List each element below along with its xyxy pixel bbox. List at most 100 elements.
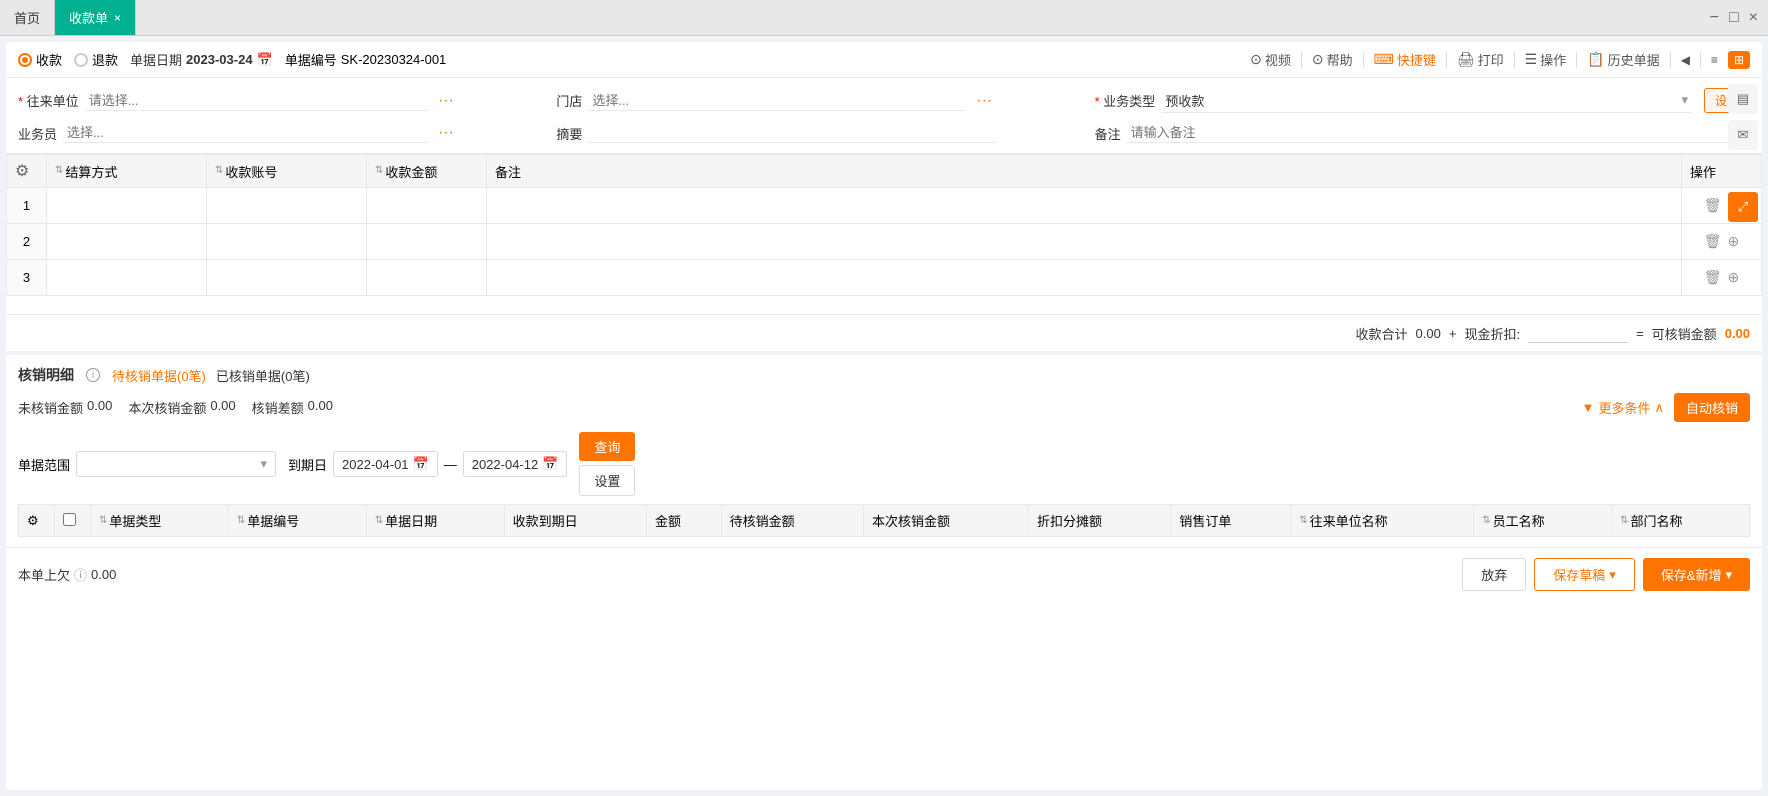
staff-input[interactable] [67,125,424,140]
due-date-end[interactable]: 2022-04-12 📅 [463,451,568,477]
summary-input[interactable] [592,125,992,140]
row3-amount[interactable] [367,260,487,296]
view-list-icon[interactable]: ≡ [1711,53,1718,67]
calendar-end-icon[interactable]: 📅 [542,456,558,472]
row2-settle[interactable] [47,224,207,260]
summary-bar: 收款合计 0.00 + 现金折扣: = 可核销金额 0.00 [6,314,1762,351]
due-date-start-value: 2022-04-01 [342,457,409,472]
staff-more-btn[interactable]: ··· [434,124,458,142]
abandon-btn[interactable]: 放弃 [1462,558,1526,591]
shortcut-icon: ⌨ [1374,51,1394,68]
row1-settle[interactable] [47,188,207,224]
query-btn[interactable]: 查询 [579,432,635,461]
hexiao-info-icon[interactable]: i [86,368,100,382]
from-unit-input-wrap[interactable] [85,91,428,111]
amount-sort-icon[interactable]: ⇅ [375,166,383,176]
from-unit-more-btn[interactable]: ··· [434,92,458,110]
settle-sort-icon[interactable]: ⇅ [55,166,63,176]
auto-verify-btn[interactable]: 自动核销 [1674,393,1750,422]
doc-date-sort[interactable]: ⇅ [375,516,383,526]
hexiao-section: 核销明细 i 待核销单据(0笔) 已核销单据(0笔) 未核销金额 0.00 本次… [6,351,1762,547]
biz-type-select[interactable]: 预收款 ▾ [1161,89,1692,113]
save-new-btn[interactable]: 保存&新增 ▾ [1643,558,1750,591]
row1-account[interactable] [207,188,367,224]
note-input-wrap[interactable] [1127,123,1750,143]
row2-copy-btn[interactable]: ⊕ [1728,233,1740,250]
dept-sort[interactable]: ⇅ [1620,516,1628,526]
shortcut-btn[interactable]: ⌨ 快捷键 [1374,50,1436,69]
doc-type-sort[interactable]: ⇅ [99,516,107,526]
biz-type-chevron[interactable]: ▾ [1681,92,1688,108]
draft-chevron-icon[interactable]: ▾ [1609,567,1616,583]
sidebar-table-icon[interactable]: ▤ [1728,84,1758,114]
table-gear-icon[interactable]: ⚙ [15,163,29,180]
receipt-radio[interactable]: 收款 [18,50,62,69]
tab-home[interactable]: 首页 [0,0,55,35]
staff-sort[interactable]: ⇅ [1482,516,1490,526]
refund-radio[interactable]: 退款 [74,50,118,69]
draft-btn-label: 保存草稿 [1553,565,1605,584]
current-stat: 本次核销金额 0.00 [128,398,235,417]
due-date-start[interactable]: 2022-04-01 📅 [333,451,438,477]
calendar-icon[interactable]: 📅 [257,52,273,68]
action-btn[interactable]: ☰ 操作 [1525,50,1567,69]
doc-number-sort[interactable]: ⇅ [237,516,245,526]
select-all-checkbox[interactable] [63,513,76,526]
hexiao-tabs: 待核销单据(0笔) 已核销单据(0笔) [112,366,310,385]
sidebar-email-icon[interactable]: ✉ [1728,120,1758,150]
tab-receipt[interactable]: 收款单 × [55,0,136,35]
row3-settle[interactable] [47,260,207,296]
shop-more-btn[interactable]: ··· [972,92,996,110]
shop-input[interactable] [592,93,962,108]
from-unit-input[interactable] [89,93,424,108]
row3-remark[interactable] [487,260,1682,296]
staff-input-wrap[interactable] [63,123,428,143]
print-btn[interactable]: 🖨 打印 [1457,50,1504,69]
doc-range-chevron[interactable]: ▾ [260,456,267,472]
pending-tab[interactable]: 待核销单据(0笔) [112,366,206,385]
window-maximize-icon[interactable]: □ [1729,9,1739,27]
view-card-icon[interactable]: ⊞ [1728,51,1750,69]
filter-setting-btn[interactable]: 设置 [579,465,635,496]
print-label: 打印 [1478,50,1504,69]
history-btn[interactable]: 📋 历史单据 [1587,50,1659,69]
row3-copy-btn[interactable]: ⊕ [1728,269,1740,286]
sidebar-expand-icon[interactable]: ⤢ [1728,192,1758,222]
row3-action: 🗑 ⊕ [1682,260,1762,296]
video-btn[interactable]: ⊙ 视频 [1250,50,1291,69]
row2-account[interactable] [207,224,367,260]
window-minimize-icon[interactable]: − [1710,9,1719,27]
summary-input-wrap[interactable] [588,123,996,143]
th-amount: 金额 [646,505,721,537]
discount-input[interactable] [1528,323,1628,343]
done-tab[interactable]: 已核销单据(0笔) [216,366,310,385]
main-container: 收款 退款 单据日期 2023-03-24 📅 单据编号 SK-20230324… [6,42,1762,790]
row3-account[interactable] [207,260,367,296]
more-conditions-btn[interactable]: ▼ 更多条件 ∧ [1582,398,1664,417]
table-gear2-icon[interactable]: ⚙ [27,513,39,528]
row2-remark[interactable] [487,224,1682,260]
help-btn[interactable]: ⊙ 帮助 [1312,50,1353,69]
calendar-start-icon[interactable]: 📅 [413,456,429,472]
from-unit-sort[interactable]: ⇅ [1299,516,1307,526]
account-sort-icon[interactable]: ⇅ [215,166,223,176]
carry-info-icon[interactable]: ⓘ [74,565,87,584]
row2-amount[interactable] [367,224,487,260]
row3-delete-btn[interactable]: 🗑 [1704,269,1722,286]
row1-amount[interactable] [367,188,487,224]
row1-delete-btn[interactable]: 🗑 [1704,197,1722,214]
save-chevron-icon[interactable]: ▾ [1725,567,1732,583]
tab-close-icon[interactable]: × [114,11,121,25]
doc-range-select[interactable]: ▾ [76,451,276,477]
refund-radio-label: 退款 [92,50,118,69]
tab-home-label: 首页 [14,8,40,27]
window-close-icon[interactable]: × [1749,9,1758,27]
shop-input-wrap[interactable] [588,91,966,111]
footer-buttons: 放弃 保存草稿 ▾ 保存&新增 ▾ [1462,558,1750,591]
unverified-stat: 未核销金额 0.00 [18,398,112,417]
note-input[interactable] [1131,125,1746,140]
row2-delete-btn[interactable]: 🗑 [1704,233,1722,250]
draft-btn[interactable]: 保存草稿 ▾ [1534,558,1635,591]
nav-prev-icon[interactable]: ◀ [1681,53,1690,67]
row1-remark[interactable] [487,188,1682,224]
